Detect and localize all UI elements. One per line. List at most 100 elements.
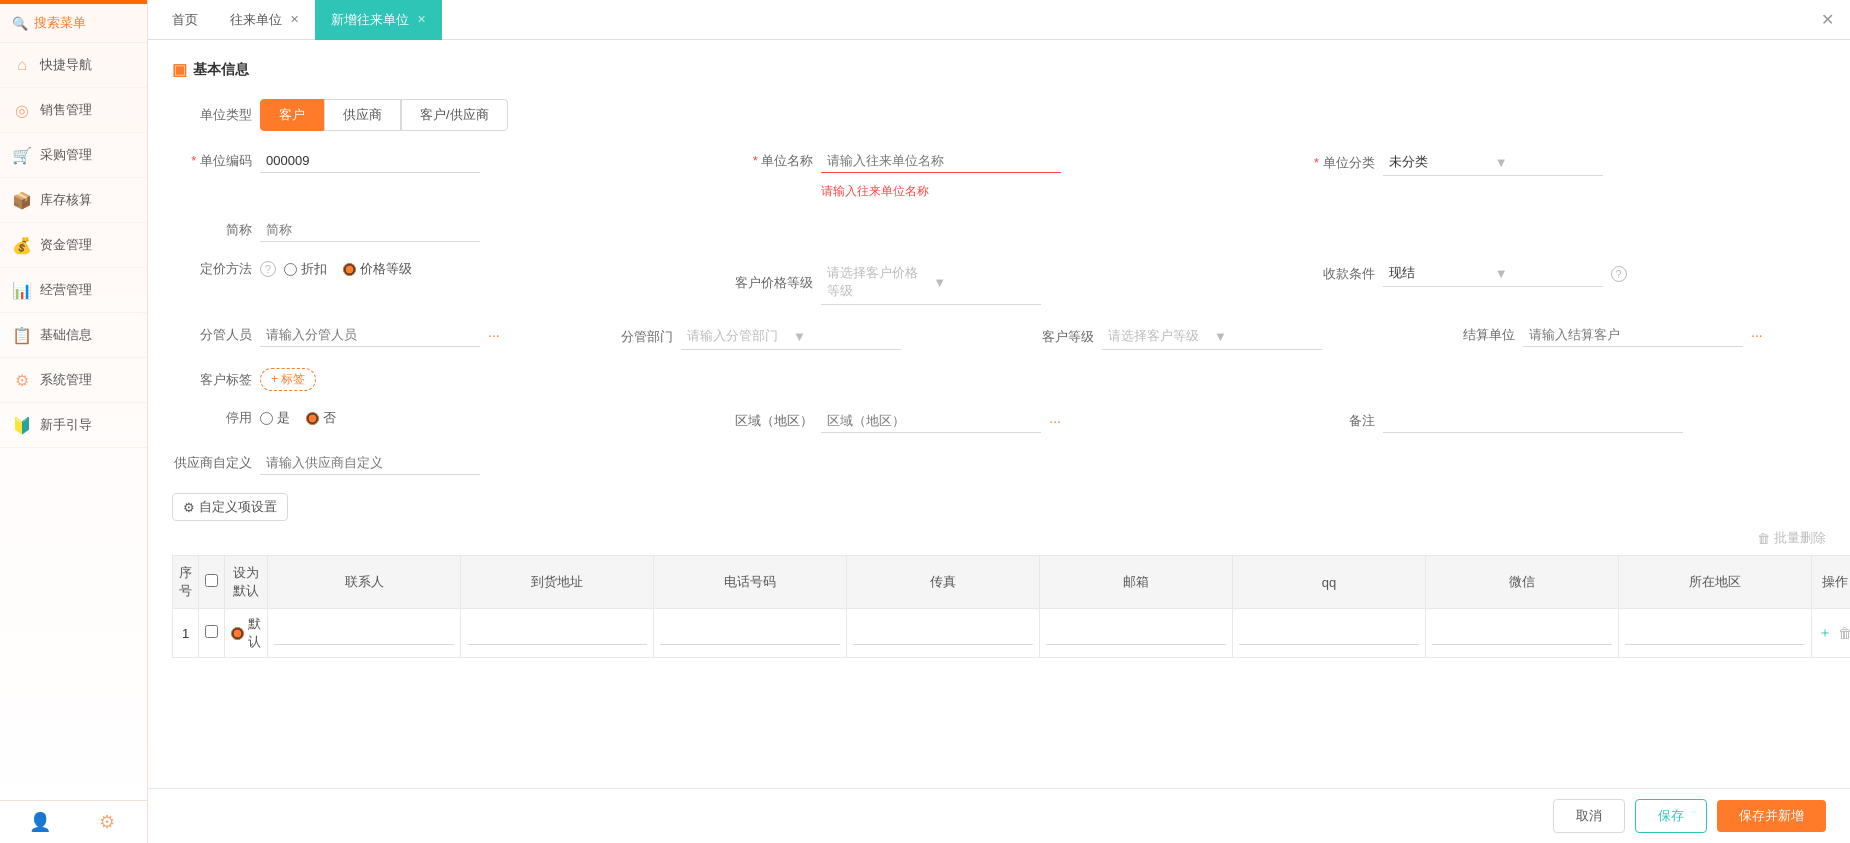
- sidebar-settings-icon[interactable]: ⚙: [77, 811, 138, 833]
- email-input[interactable]: [1046, 621, 1226, 645]
- payment-terms-select[interactable]: 现结 ▼: [1383, 260, 1603, 287]
- wechat-input[interactable]: [1432, 621, 1612, 645]
- phone-input[interactable]: [660, 621, 840, 645]
- add-tag-btn[interactable]: + 标签: [260, 368, 316, 391]
- tab-new-partner[interactable]: 新增往来单位 ✕: [315, 0, 442, 40]
- sidebar-item-quick-nav[interactable]: ⌂ 快捷导航: [0, 43, 147, 88]
- customer-level-select[interactable]: 请选择客户等级 ▼: [1102, 323, 1322, 350]
- col-default: 设为默认: [225, 556, 268, 609]
- region-input-group: ···: [821, 409, 1264, 433]
- pricing-help-icon[interactable]: ?: [260, 261, 276, 277]
- tab-home[interactable]: 首页: [156, 0, 214, 40]
- custom-settings-label: 自定义项设置: [199, 498, 277, 516]
- unit-category-group: 单位分类 未分类 ▼: [1295, 149, 1826, 176]
- sidebar-item-basic[interactable]: 📋 基础信息: [0, 313, 147, 358]
- disabled-no-input[interactable]: [306, 412, 319, 425]
- unit-category-arrow-icon: ▼: [1495, 155, 1597, 170]
- sidebar-item-finance[interactable]: 💰 资金管理: [0, 223, 147, 268]
- unit-code-input[interactable]: [260, 149, 480, 173]
- tab-new-partner-close[interactable]: ✕: [417, 13, 426, 26]
- pricing-radio-group: 折扣 价格等级: [284, 260, 412, 278]
- sidebar-item-inventory[interactable]: 📦 库存核算: [0, 178, 147, 223]
- sidebar-search[interactable]: 🔍 搜索菜单: [0, 4, 147, 43]
- short-name-label: 简称: [172, 221, 252, 239]
- disabled-no[interactable]: 否: [306, 409, 336, 427]
- pricing-radio-level-input[interactable]: [343, 263, 356, 276]
- row-checkbox[interactable]: [205, 625, 218, 638]
- remarks-input[interactable]: [1383, 409, 1683, 433]
- pricing-level-label: 价格等级: [360, 260, 412, 278]
- row-default-radio[interactable]: [231, 627, 244, 640]
- sidebar-user-icon[interactable]: 👤: [10, 811, 71, 833]
- type-btn-customer[interactable]: 客户: [260, 99, 324, 131]
- disabled-yes[interactable]: 是: [260, 409, 290, 427]
- main-area: 首页 往来单位 ✕ 新增往来单位 ✕ ✕ ▣ 基本信息 单位类型 客户 供应商 …: [148, 0, 1850, 843]
- customer-price-level-select[interactable]: 请选择客户价格等级 ▼: [821, 260, 1041, 305]
- sidebar-item-sales[interactable]: ◎ 销售管理: [0, 88, 147, 133]
- disabled-yes-input[interactable]: [260, 412, 273, 425]
- settings-gear-icon: ⚙: [183, 500, 195, 515]
- payment-terms-label: 收款条件: [1295, 265, 1375, 283]
- settlement-unit-more-btn[interactable]: ···: [1747, 327, 1767, 343]
- tab-partners-close[interactable]: ✕: [290, 13, 299, 26]
- disabled-group: 停用 是 否: [172, 409, 703, 427]
- sidebar-item-system[interactable]: ⚙ 系统管理: [0, 358, 147, 403]
- section-title: 基本信息: [193, 61, 249, 79]
- remarks-group: 备注: [1295, 409, 1826, 433]
- custom-settings-btn[interactable]: ⚙ 自定义项设置: [172, 493, 288, 521]
- customer-tags-group: 客户标签 + 标签: [172, 368, 1826, 391]
- save-button[interactable]: 保存: [1635, 799, 1707, 833]
- type-btn-both[interactable]: 客户/供应商: [401, 99, 508, 131]
- operations-icon: 📊: [12, 280, 32, 300]
- batch-delete-btn[interactable]: 🗑 批量删除: [1757, 529, 1826, 547]
- region-input[interactable]: [821, 409, 1041, 433]
- supplier-custom-label: 供应商自定义: [172, 454, 252, 472]
- sidebar-item-purchase[interactable]: 🛒 采购管理: [0, 133, 147, 178]
- row-region-input[interactable]: [1625, 621, 1805, 645]
- unit-category-select[interactable]: 未分类 ▼: [1383, 149, 1603, 176]
- save-add-button[interactable]: 保存并新增: [1717, 800, 1826, 832]
- payment-terms-arrow-icon: ▼: [1495, 266, 1597, 281]
- supplier-custom-input[interactable]: [260, 451, 480, 475]
- qq-input[interactable]: [1239, 621, 1419, 645]
- close-all-tabs[interactable]: ✕: [1813, 10, 1842, 29]
- table-toolbar: 🗑 批量删除: [172, 529, 1826, 547]
- short-name-input[interactable]: [260, 218, 480, 242]
- region-group: 区域（地区） ···: [733, 409, 1264, 433]
- row-default-radio-label[interactable]: 默认: [231, 615, 261, 651]
- add-row-btn[interactable]: ＋: [1818, 624, 1832, 642]
- col-phone: 电话号码: [654, 556, 847, 609]
- cancel-button[interactable]: 取消: [1553, 799, 1625, 833]
- sidebar-item-operations[interactable]: 📊 经营管理: [0, 268, 147, 313]
- department-select[interactable]: 请输入分管部门 ▼: [681, 323, 901, 350]
- address-input[interactable]: [467, 621, 647, 645]
- supervisor-more-btn[interactable]: ···: [484, 327, 504, 343]
- tab-partners[interactable]: 往来单位 ✕: [214, 0, 315, 40]
- contact-input[interactable]: [274, 621, 454, 645]
- fax-input[interactable]: [853, 621, 1033, 645]
- unit-name-group: 单位名称 请输入往来单位名称: [733, 149, 1264, 200]
- customer-tags-row: 客户标签 + 标签: [172, 368, 1826, 391]
- col-qq: qq: [1233, 556, 1426, 609]
- select-all-checkbox[interactable]: [205, 574, 218, 587]
- sidebar-item-guide-label: 新手引导: [40, 416, 92, 434]
- col-fax: 传真: [847, 556, 1040, 609]
- table-row: 1 默认: [173, 609, 1851, 658]
- delete-row-btn[interactable]: 🗑: [1838, 625, 1850, 641]
- region-more-btn[interactable]: ···: [1045, 413, 1065, 429]
- settlement-unit-input[interactable]: [1523, 323, 1743, 347]
- customer-price-level-label: 客户价格等级: [733, 274, 813, 292]
- pricing-radio-discount-input[interactable]: [284, 263, 297, 276]
- supervisor-input[interactable]: [260, 323, 480, 347]
- remarks-label: 备注: [1295, 412, 1375, 430]
- unit-name-input[interactable]: [821, 149, 1061, 173]
- pricing-radio-discount[interactable]: 折扣: [284, 260, 327, 278]
- type-btn-supplier[interactable]: 供应商: [324, 99, 401, 131]
- payment-help-icon[interactable]: ?: [1611, 266, 1627, 282]
- search-icon: 🔍: [12, 16, 28, 31]
- customer-price-level-placeholder: 请选择客户价格等级: [827, 264, 929, 300]
- pricing-radio-level[interactable]: 价格等级: [343, 260, 412, 278]
- sales-icon: ◎: [12, 100, 32, 120]
- department-arrow-icon: ▼: [793, 329, 895, 344]
- sidebar-item-guide[interactable]: 🔰 新手引导: [0, 403, 147, 448]
